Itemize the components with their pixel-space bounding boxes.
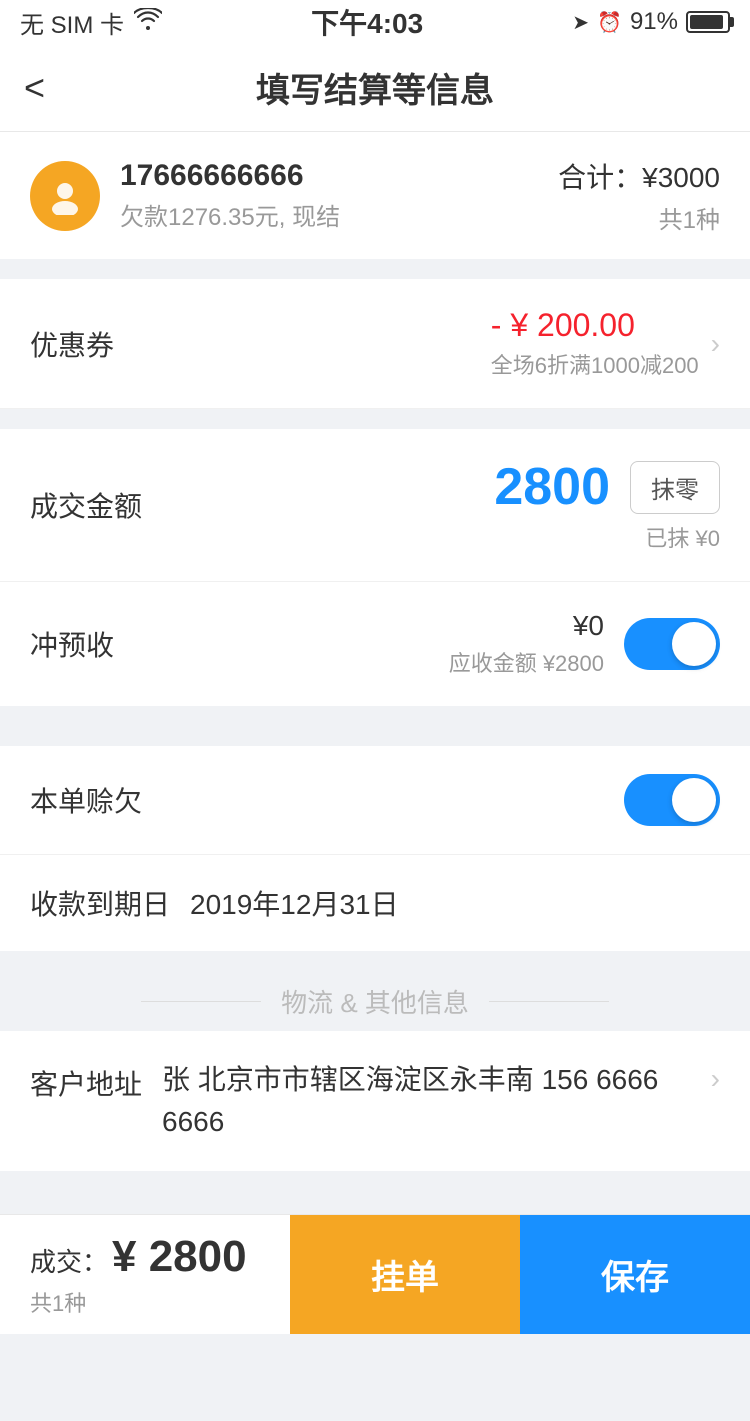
round-button[interactable]: 抹零	[630, 461, 720, 514]
status-left: 无 SIM 卡	[20, 5, 162, 40]
item-count: 共1种	[558, 200, 720, 235]
bottom-bar: 成交： ¥ 2800 共1种 挂单 保存	[0, 1214, 750, 1334]
address-section: 客户地址 张 北京市市辖区海淀区永丰南 156 6666 6666 ›	[0, 1031, 750, 1171]
amount-value: 2800	[494, 457, 610, 517]
credit-section: 本单赊欠 收款到期日 2019年12月31日	[0, 746, 750, 951]
status-time: 下午4:03	[311, 2, 423, 42]
address-chevron-icon: ›	[711, 1059, 720, 1095]
prepay-label: 冲预收	[30, 624, 114, 664]
due-date-label: 收款到期日	[30, 883, 170, 923]
amount-right: 2800 抹零	[494, 457, 720, 517]
pending-button[interactable]: 挂单	[290, 1215, 520, 1334]
due-date-section: 收款到期日 2019年12月31日	[0, 854, 750, 951]
prepay-right: ¥0 应收金额 ¥2800	[449, 610, 720, 678]
amount-row: 成交金额 2800 抹零 已抹 ¥0	[0, 429, 750, 582]
address-label: 客户地址	[30, 1059, 142, 1103]
avatar	[30, 161, 100, 231]
credit-toggle[interactable]	[624, 774, 720, 826]
battery-icon	[686, 11, 730, 33]
section-divider-1	[0, 409, 750, 429]
customer-phone: 17666666666	[120, 159, 340, 193]
coupon-discount: - ¥ 200.00	[491, 307, 699, 344]
carrier-text: 无 SIM 卡	[20, 5, 124, 40]
prepay-toggle[interactable]	[624, 618, 720, 670]
logistics-divider: 物流 & 其他信息	[0, 971, 750, 1031]
nav-title: 填写结算等信息	[256, 63, 494, 112]
credit-row: 本单赊欠	[0, 746, 750, 854]
prepay-sub: 应收金额 ¥2800	[449, 646, 604, 678]
customer-info: 17666666666 欠款1276.35元, 现结	[120, 159, 340, 232]
logistics-label: 物流 & 其他信息	[141, 983, 609, 1020]
deal-label: 成交：	[30, 1242, 108, 1279]
customer-total: 合计：¥3000 共1种	[558, 156, 720, 235]
credit-label: 本单赊欠	[30, 780, 142, 820]
back-button[interactable]: <	[24, 67, 45, 109]
deal-amount: ¥ 2800	[112, 1232, 247, 1282]
coupon-right: - ¥ 200.00 全场6折满1000减200 ›	[491, 307, 720, 380]
status-bar: 无 SIM 卡 下午4:03 ➤ ⏰ 91%	[0, 0, 750, 44]
coupon-row[interactable]: 优惠券 - ¥ 200.00 全场6折满1000减200 ›	[0, 279, 750, 409]
prepay-value-block: ¥0 应收金额 ¥2800	[449, 610, 604, 678]
nav-bar: < 填写结算等信息	[0, 44, 750, 132]
amount-label: 成交金额	[30, 485, 142, 525]
customer-left: 17666666666 欠款1276.35元, 现结	[30, 159, 340, 232]
address-row[interactable]: 客户地址 张 北京市市辖区海淀区永丰南 156 6666 6666 ›	[0, 1031, 750, 1171]
alarm-icon: ⏰	[597, 10, 622, 35]
save-button[interactable]: 保存	[520, 1215, 750, 1334]
status-right: ➤ ⏰ 91%	[572, 8, 730, 36]
section-divider-2	[0, 706, 750, 726]
bottom-left: 成交： ¥ 2800 共1种	[0, 1232, 290, 1318]
location-icon: ➤	[572, 10, 589, 35]
coupon-chevron-icon: ›	[711, 328, 720, 360]
coupon-label: 优惠券	[30, 324, 114, 364]
amount-section: 成交金额 2800 抹零 已抹 ¥0 冲预收 ¥0 应收金额 ¥2800	[0, 429, 750, 706]
prepay-value: ¥0	[449, 610, 604, 642]
due-date-value: 2019年12月31日	[190, 883, 399, 923]
due-date-row: 收款到期日 2019年12月31日	[0, 855, 750, 951]
customer-card: 17666666666 欠款1276.35元, 现结 合计：¥3000 共1种	[0, 132, 750, 259]
credit-toggle-knob	[672, 778, 716, 822]
customer-debt: 欠款1276.35元, 现结	[120, 197, 340, 232]
wifi-icon	[134, 8, 162, 37]
battery-percent: 91%	[630, 8, 678, 36]
address-value: 张 北京市市辖区海淀区永丰南 156 6666 6666	[162, 1059, 701, 1143]
total-amount: 合计：¥3000	[558, 156, 720, 196]
toggle-knob	[672, 622, 716, 666]
coupon-desc: 全场6折满1000减200	[491, 348, 699, 380]
amount-sub: 已抹 ¥0	[494, 521, 720, 553]
bottom-count: 共1种	[30, 1286, 260, 1318]
prepay-row: 冲预收 ¥0 应收金额 ¥2800	[0, 582, 750, 706]
